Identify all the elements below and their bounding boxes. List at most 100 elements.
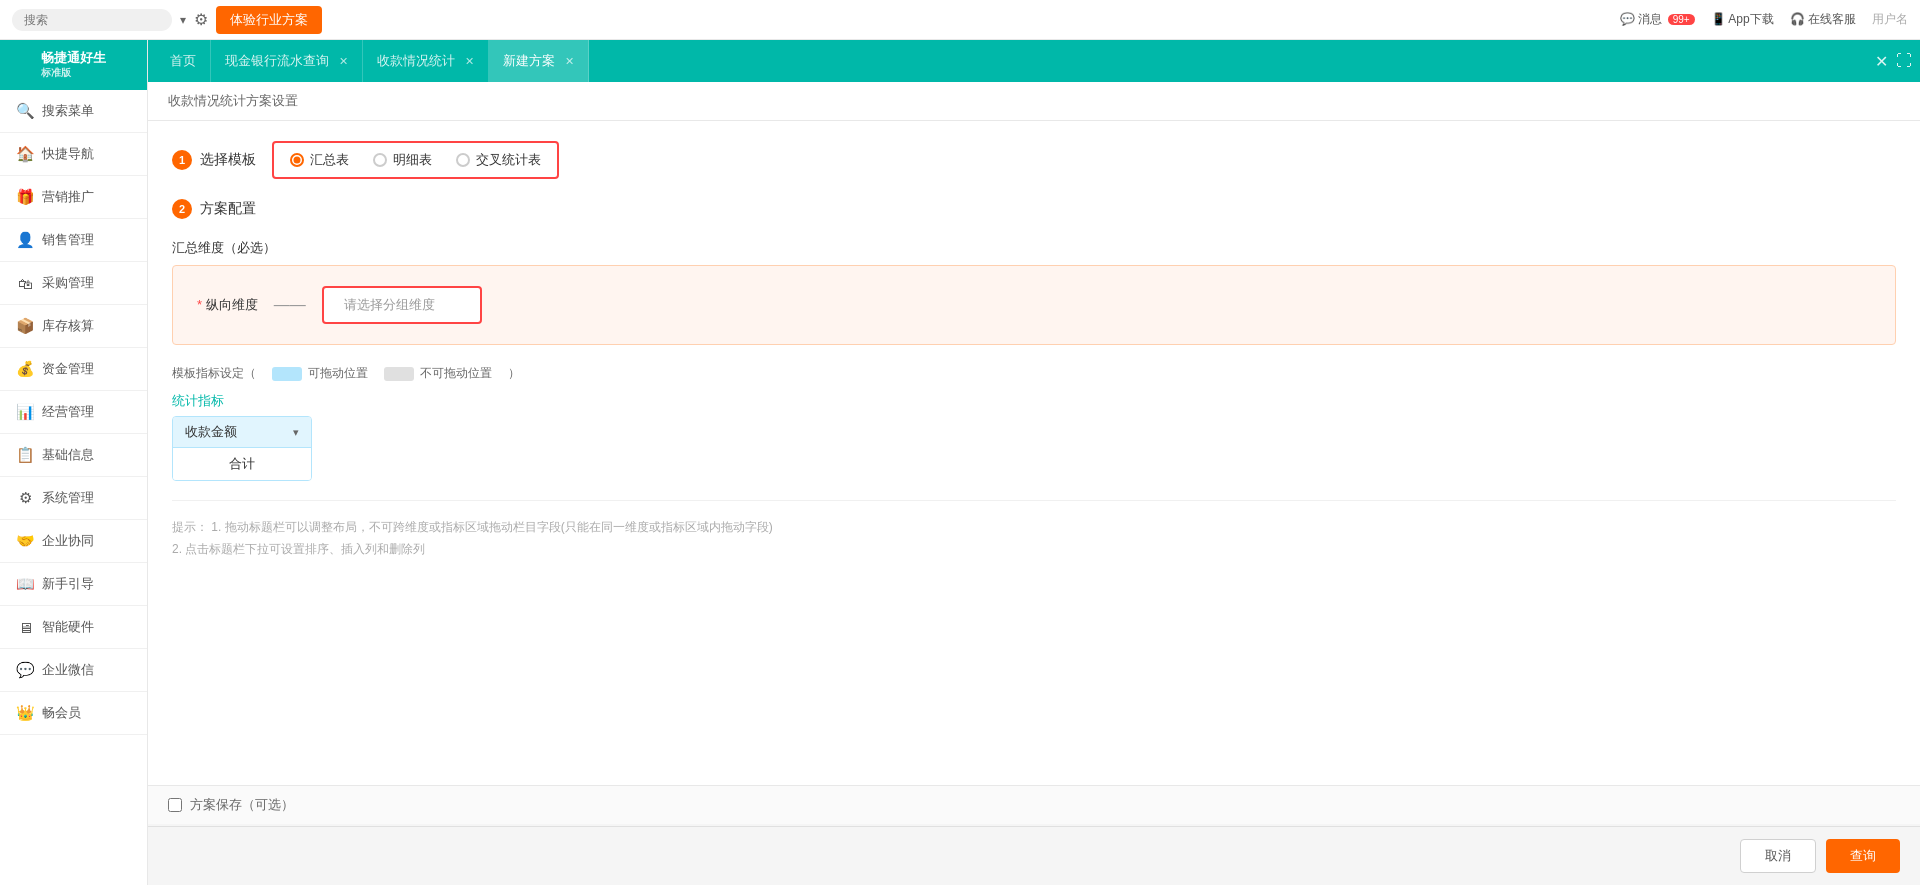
sidebar-item-system[interactable]: ⚙ 系统管理 — [0, 477, 147, 520]
sidebar-item-guide[interactable]: 📖 新手引导 — [0, 563, 147, 606]
tab-collection-stat[interactable]: 收款情况统计 ✕ — [363, 40, 489, 82]
tab-bank-flow-close[interactable]: ✕ — [339, 55, 348, 68]
handshake-icon: 🤝 — [16, 532, 34, 550]
sidebar-label-finance: 资金管理 — [42, 360, 94, 378]
tab-new-plan[interactable]: 新建方案 ✕ — [489, 40, 589, 82]
sidebar-label-guide: 新手引导 — [42, 575, 94, 593]
sidebar-label-hardware: 智能硬件 — [42, 618, 94, 636]
legend-draggable: 可拖动位置 — [272, 365, 368, 382]
gift-icon: 🎁 — [16, 188, 34, 206]
template-select: 汇总表 明细表 交叉统计表 — [272, 141, 559, 179]
chat-icon: 💬 — [16, 661, 34, 679]
query-button[interactable]: 查询 — [1826, 839, 1900, 873]
sidebar-label-system: 系统管理 — [42, 489, 94, 507]
dimension-box: 纵向维度 —— 请选择分组维度 — [172, 265, 1896, 345]
dimension-select[interactable]: 请选择分组维度 — [322, 286, 482, 324]
metrics-label: 模板指标设定（ — [172, 365, 256, 382]
sidebar-item-purchase[interactable]: 🛍 采购管理 — [0, 262, 147, 305]
sidebar-label-search: 搜索菜单 — [42, 102, 94, 120]
tab-new-plan-close[interactable]: ✕ — [565, 55, 574, 68]
sidebar-item-corp[interactable]: 🤝 企业协同 — [0, 520, 147, 563]
radio-detail[interactable]: 明细表 — [373, 151, 432, 169]
sidebar-item-member[interactable]: 👑 畅会员 — [0, 692, 147, 735]
sidebar-item-search[interactable]: 🔍 搜索菜单 — [0, 90, 147, 133]
save-checkbox[interactable] — [168, 798, 182, 812]
metrics-table: 收款金额 ▾ 合计 — [172, 416, 312, 481]
search-icon: 🔍 — [16, 102, 34, 120]
content-area: 首页 现金银行流水查询 ✕ 收款情况统计 ✕ 新建方案 ✕ ✕ ⛶ 收款情况统计… — [148, 40, 1920, 885]
bag-icon: 🛍 — [16, 275, 34, 292]
arrow-icon: —— — [274, 296, 306, 314]
radio-btn-summary[interactable] — [290, 153, 304, 167]
tab-collection-stat-close[interactable]: ✕ — [465, 55, 474, 68]
draggable-dot — [272, 367, 302, 381]
sidebar-label-member: 畅会员 — [42, 704, 81, 722]
tab-close-all[interactable]: ✕ — [1875, 52, 1888, 71]
radio-cross[interactable]: 交叉统计表 — [456, 151, 541, 169]
sidebar-item-finance[interactable]: 💰 资金管理 — [0, 348, 147, 391]
person-icon: 👤 — [16, 231, 34, 249]
breadcrumb: 收款情况统计方案设置 — [168, 93, 298, 108]
dimension-area: 汇总维度（必选） 纵向维度 —— 请选择分组维度 — [172, 239, 1896, 345]
tab-bar: 首页 现金银行流水查询 ✕ 收款情况统计 ✕ 新建方案 ✕ ✕ ⛶ — [148, 40, 1920, 82]
tip-line2: 2. 点击标题栏下拉可设置排序、插入列和删除列 — [172, 539, 1896, 561]
metrics-section: 模板指标设定（ 可拖动位置 不可拖动位置 ） 统计指标 — [172, 365, 1896, 484]
tab-expand[interactable]: ⛶ — [1896, 52, 1912, 70]
sidebar-label-quick-nav: 快捷导航 — [42, 145, 94, 163]
radio-summary[interactable]: 汇总表 — [290, 151, 349, 169]
app-download-btn[interactable]: 📱 App下载 — [1711, 11, 1774, 28]
metrics-dropdown-icon[interactable]: ▾ — [293, 426, 299, 439]
online-chat-btn[interactable]: 🎧 在线客服 — [1790, 11, 1856, 28]
crown-icon: 👑 — [16, 704, 34, 722]
search-input[interactable] — [12, 9, 172, 31]
legend-not-draggable: 不可拖动位置 — [384, 365, 492, 382]
home-icon: 🏠 — [16, 145, 34, 163]
form-section: 1 选择模板 汇总表 明细表 — [148, 121, 1920, 785]
msg-btn[interactable]: 💬 消息 99+ — [1620, 11, 1695, 28]
tab-bank-flow-label: 现金银行流水查询 — [225, 52, 329, 70]
sidebar-label-sales: 销售管理 — [42, 231, 94, 249]
settings-icon: ⚙ — [16, 489, 34, 507]
radio-btn-detail[interactable] — [373, 153, 387, 167]
metrics-row-total: 合计 — [173, 448, 311, 480]
step1-badge: 1 — [172, 150, 192, 170]
main-layout: 畅捷通好生 标准版 🔍 搜索菜单 🏠 快捷导航 🎁 营销推广 👤 销售管理 🛍 … — [0, 40, 1920, 885]
user-avatar[interactable]: 用户名 — [1872, 11, 1908, 28]
sidebar-item-operation[interactable]: 📊 经营管理 — [0, 391, 147, 434]
sidebar-item-hardware[interactable]: 🖥 智能硬件 — [0, 606, 147, 649]
sidebar-label-operation: 经营管理 — [42, 403, 94, 421]
sidebar-label-base: 基础信息 — [42, 446, 94, 464]
tab-bar-actions: ✕ ⛶ — [1875, 52, 1912, 71]
sidebar-item-wechat[interactable]: 💬 企业微信 — [0, 649, 147, 692]
page-content: 收款情况统计方案设置 1 选择模板 汇总表 — [148, 82, 1920, 826]
sidebar: 畅捷通好生 标准版 🔍 搜索菜单 🏠 快捷导航 🎁 营销推广 👤 销售管理 🛍 … — [0, 40, 148, 885]
tab-bank-flow[interactable]: 现金银行流水查询 ✕ — [211, 40, 363, 82]
top-bar: ▾ ⚙ 体验行业方案 💬 消息 99+ 📱 App下载 🎧 在线客服 用户名 — [0, 0, 1920, 40]
sidebar-item-marketing[interactable]: 🎁 营销推广 — [0, 176, 147, 219]
tab-collection-stat-label: 收款情况统计 — [377, 52, 455, 70]
book-icon: 📖 — [16, 575, 34, 593]
draggable-label: 可拖动位置 — [308, 365, 368, 382]
step2-badge: 2 — [172, 199, 192, 219]
clipboard-icon: 📋 — [16, 446, 34, 464]
tab-new-plan-label: 新建方案 — [503, 52, 555, 70]
step2-title: 方案配置 — [200, 200, 256, 218]
dropdown-icon[interactable]: ▾ — [180, 13, 186, 27]
metrics-header-label: 收款金额 — [185, 423, 237, 441]
sidebar-item-quick-nav[interactable]: 🏠 快捷导航 — [0, 133, 147, 176]
radio-label-cross: 交叉统计表 — [476, 151, 541, 169]
metrics-header[interactable]: 收款金额 ▾ — [173, 417, 311, 448]
cancel-button[interactable]: 取消 — [1740, 839, 1816, 873]
logo-main: 畅捷通好生 — [41, 50, 106, 66]
sidebar-item-inventory[interactable]: 📦 库存核算 — [0, 305, 147, 348]
sidebar-item-sales[interactable]: 👤 销售管理 — [0, 219, 147, 262]
tab-home[interactable]: 首页 — [156, 40, 211, 82]
gear-icon[interactable]: ⚙ — [194, 10, 208, 29]
radio-label-detail: 明细表 — [393, 151, 432, 169]
radio-btn-cross[interactable] — [456, 153, 470, 167]
tip-line1: 提示： 1. 拖动标题栏可以调整布局，不可跨维度或指标区域拖动栏目字段(只能在同… — [172, 517, 1896, 539]
sidebar-item-base[interactable]: 📋 基础信息 — [0, 434, 147, 477]
trial-button[interactable]: 体验行业方案 — [216, 6, 322, 34]
box-icon: 📦 — [16, 317, 34, 335]
step2-row: 2 方案配置 — [172, 199, 1896, 219]
